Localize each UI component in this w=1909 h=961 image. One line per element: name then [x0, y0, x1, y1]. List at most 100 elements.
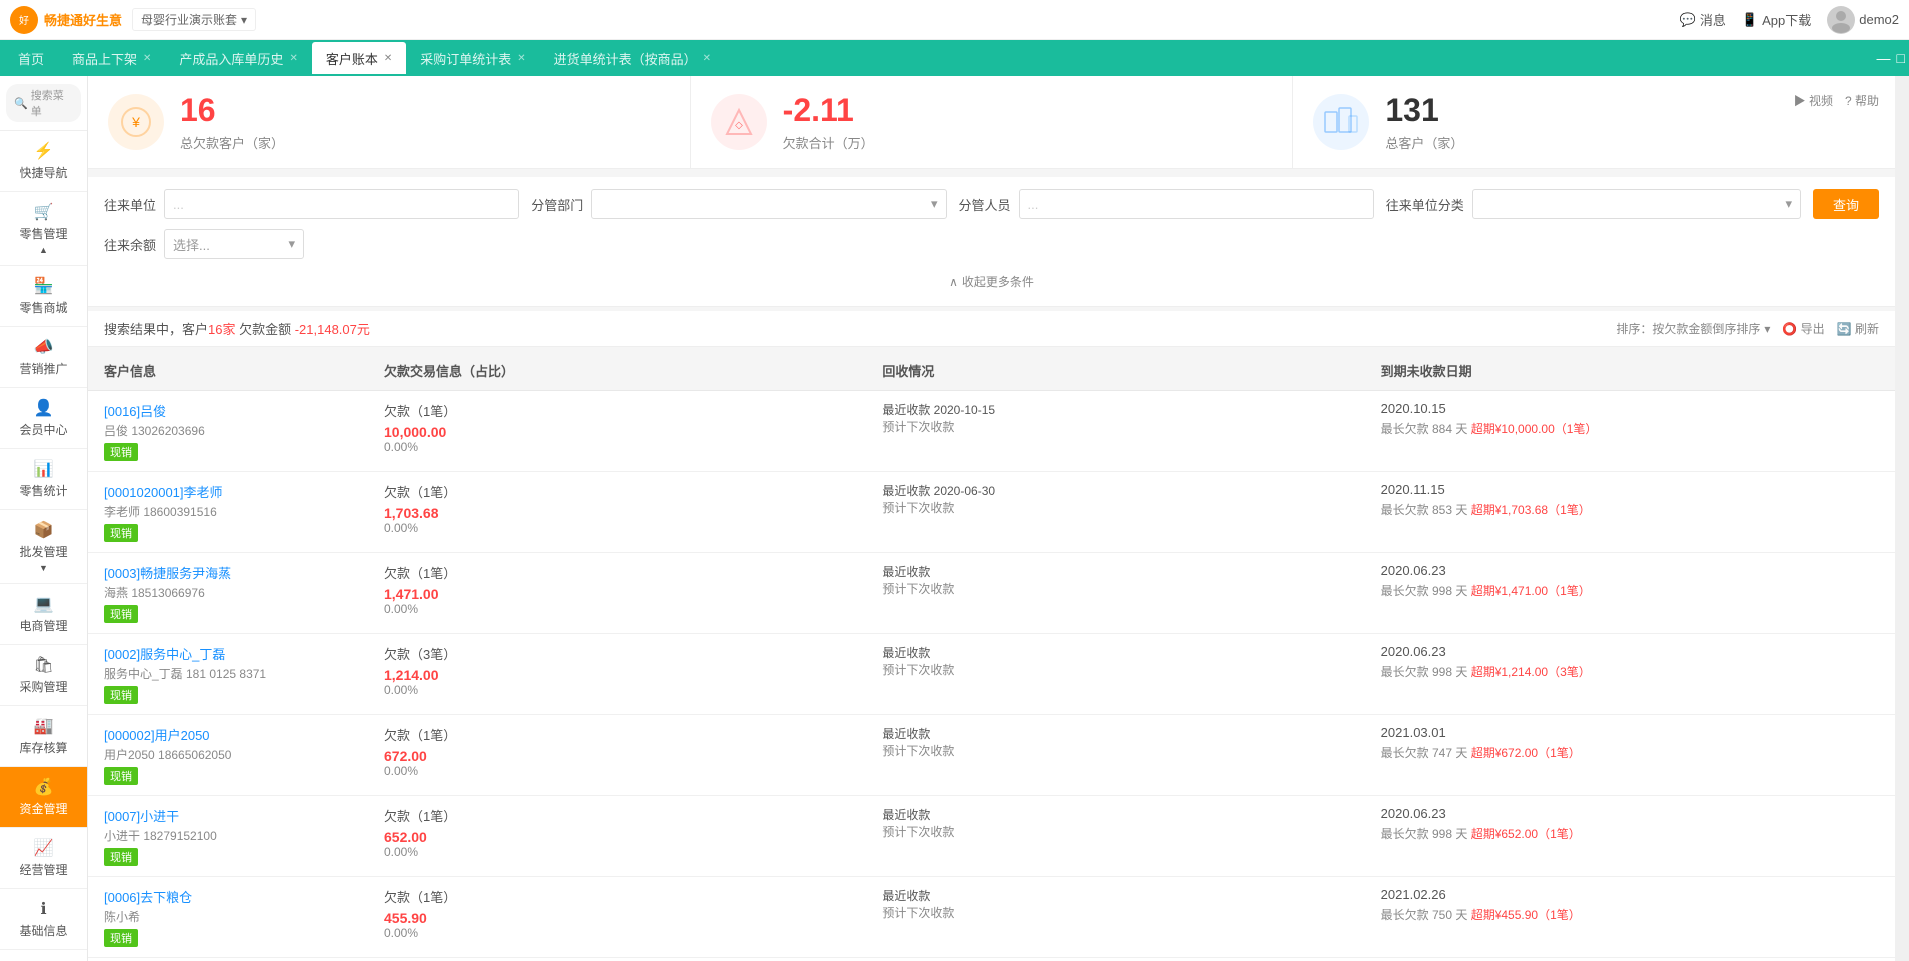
sidebar-item-quick-nav[interactable]: ⚡ 快捷导航 — [0, 131, 87, 192]
debt-info-6: 欠款（1笔） 455.90 0.00% — [384, 887, 882, 940]
app-download-btn[interactable]: 📱 App下载 — [1742, 10, 1811, 29]
inventory-icon: 🏭 — [34, 716, 54, 736]
sidebar-item-operations[interactable]: 📈 经营管理 — [0, 828, 87, 889]
sidebar-item-batch-mgmt[interactable]: 📦 批发管理 ▼ — [0, 510, 87, 584]
customer-tag-4: 现销 — [104, 767, 138, 785]
debt-info-2: 欠款（1笔） 1,471.00 0.00% — [384, 563, 882, 616]
collapse-filter-btn[interactable]: ∧ 收起更多条件 — [104, 269, 1879, 294]
sidebar-item-system[interactable]: ⚙ 系统管理 — [0, 950, 87, 961]
batch-mgmt-icon: 📦 — [34, 520, 54, 540]
debt-amount-5[interactable]: 652.00 — [384, 829, 882, 845]
debt-amount-1[interactable]: 1,703.68 — [384, 505, 882, 521]
category-select[interactable]: ▾ — [1472, 189, 1801, 219]
tab-products-onoff[interactable]: 商品上下架 ✕ — [58, 42, 165, 74]
tab-home[interactable]: 首页 — [4, 42, 58, 74]
sidebar-item-ecommerce[interactable]: 💻 电商管理 — [0, 584, 87, 645]
customer-name-4[interactable]: [000002]用户2050 — [104, 725, 384, 744]
sidebar-item-capital[interactable]: 💰 资金管理 — [0, 767, 87, 828]
results-actions: 排序：按欠款金额倒序排序 ▾ ⭕ 导出 🔄 刷新 — [1616, 320, 1879, 337]
customer-name-3[interactable]: [0002]服务中心_丁磊 — [104, 644, 384, 663]
due-date-info-6: 2021.02.26 最长欠款 750 天 超期¥455.90（1笔） — [1381, 887, 1879, 923]
balance-select[interactable]: 选择... ▾ — [164, 229, 304, 259]
customer-name-0[interactable]: [0016]吕俊 — [104, 401, 384, 420]
total-customers-label: 总客户（家） — [1385, 133, 1463, 152]
overdue-amount-5[interactable]: 超期¥652.00（1笔） — [1471, 827, 1581, 841]
content-area: ¥ 16 总欠款客户（家） ◇ -2.11 欠款合计（万） — [88, 76, 1895, 961]
export-btn[interactable]: ⭕ 导出 — [1782, 320, 1824, 337]
search-button[interactable]: 查询 — [1813, 189, 1879, 219]
customer-name-6[interactable]: [0006]去下粮仓 — [104, 887, 384, 906]
next-receipt-3: 预计下次收款 — [882, 661, 1380, 678]
filter-label-5: 往来余额 — [104, 235, 156, 254]
overdue-amount-3[interactable]: 超期¥1,214.00（3笔） — [1471, 665, 1591, 679]
filter-person: 分管人员 ... — [959, 189, 1374, 219]
table-row: [0003]畅捷服务尹海蒸 海燕 18513066976 现销 欠款（1笔） 1… — [88, 553, 1895, 634]
app-icon: 📱 — [1742, 12, 1758, 28]
refresh-btn[interactable]: 🔄 刷新 — [1837, 320, 1879, 337]
search-icon: 🔍 — [14, 97, 28, 110]
debt-amount-0[interactable]: 10,000.00 — [384, 424, 882, 440]
overdue-amount-1[interactable]: 超期¥1,703.68（1笔） — [1471, 503, 1591, 517]
dept-select[interactable]: ▾ — [591, 189, 946, 219]
message-btn[interactable]: 💬 消息 — [1680, 10, 1726, 29]
filter-incoming-unit: 往来单位 ... — [104, 189, 519, 219]
incoming-unit-input[interactable]: ... — [164, 189, 519, 219]
tab-products-history[interactable]: 产成品入库单历史 ✕ — [165, 42, 311, 74]
debt-amount-4[interactable]: 672.00 — [384, 748, 882, 764]
sidebar-item-marketing[interactable]: 📣 营销推广 — [0, 327, 87, 388]
recovery-info-4: 最近收款 预计下次收款 — [882, 725, 1380, 759]
customer-info-6: [0006]去下粮仓 陈小希 现销 — [104, 887, 384, 947]
help-btn[interactable]: ? 帮助 — [1845, 92, 1879, 109]
overdue-amount-4[interactable]: 超期¥672.00（1笔） — [1471, 746, 1581, 760]
sidebar-item-retail-mall[interactable]: 🏪 零售商城 — [0, 266, 87, 327]
tab-purchase-stats[interactable]: 采购订单统计表 ✕ — [406, 42, 539, 74]
sidebar-item-retail-stats[interactable]: 📊 零售统计 — [0, 449, 87, 510]
debt-amount-6[interactable]: 455.90 — [384, 910, 882, 926]
close-icon[interactable]: ✕ — [289, 53, 297, 64]
customer-info-5: [0007]小进干 小进干 18279152100 现销 — [104, 806, 384, 866]
next-receipt-6: 预计下次收款 — [882, 904, 1380, 921]
person-input[interactable]: ... — [1019, 189, 1374, 219]
stat-card-debt-customers: ¥ 16 总欠款客户（家） — [88, 76, 691, 168]
sort-dropdown[interactable]: 排序：按欠款金额倒序排序 ▾ — [1616, 320, 1770, 337]
close-icon[interactable]: ✕ — [703, 53, 711, 64]
minimize-icon[interactable]: — — [1877, 50, 1891, 66]
close-icon[interactable]: ✕ — [517, 53, 525, 64]
export-icon: ⭕ — [1782, 322, 1797, 336]
debt-percent-4: 0.00% — [384, 764, 882, 778]
tab-customer-ledger[interactable]: 客户账本 ✕ — [312, 42, 406, 74]
debt-count-1: 欠款（1笔） — [384, 482, 882, 501]
company-selector[interactable]: 母婴行业演示账套 ▾ — [132, 8, 256, 31]
debt-amount-3[interactable]: 1,214.00 — [384, 667, 882, 683]
debt-count-3: 欠款（3笔） — [384, 644, 882, 663]
sidebar-item-inventory[interactable]: 🏭 库存核算 — [0, 706, 87, 767]
close-icon[interactable]: ✕ — [384, 53, 392, 64]
right-scrollbar[interactable] — [1895, 76, 1909, 961]
customer-info-1: [0001020001]李老师 李老师 18600391516 现销 — [104, 482, 384, 542]
debt-amount-2[interactable]: 1,471.00 — [384, 586, 882, 602]
debt-customers-label: 总欠款客户（家） — [180, 133, 284, 152]
overdue-amount-2[interactable]: 超期¥1,471.00（1笔） — [1471, 584, 1591, 598]
tab-goods-stats[interactable]: 进货单统计表（按商品） ✕ — [540, 42, 725, 74]
search-menu-box[interactable]: 🔍 搜索菜单 — [6, 84, 81, 122]
maximize-icon[interactable]: □ — [1897, 50, 1905, 66]
sidebar-item-retail-mgmt[interactable]: 🛒 零售管理 ▲ — [0, 192, 87, 266]
top-bar-right: 💬 消息 📱 App下载 demo2 — [1680, 6, 1899, 34]
customer-name-5[interactable]: [0007]小进干 — [104, 806, 384, 825]
user-menu[interactable]: demo2 — [1827, 6, 1899, 34]
video-btn[interactable]: ▶ 视频 — [1794, 92, 1833, 109]
avatar — [1827, 6, 1855, 34]
customer-name-2[interactable]: [0003]畅捷服务尹海蒸 — [104, 563, 384, 582]
sidebar-item-member[interactable]: 👤 会员中心 — [0, 388, 87, 449]
overdue-amount-6[interactable]: 超期¥455.90（1笔） — [1471, 908, 1581, 922]
sidebar-item-purchase[interactable]: 🛍 采购管理 — [0, 645, 87, 706]
overdue-amount-0[interactable]: 超期¥10,000.00（1笔） — [1471, 422, 1598, 436]
stat-info-2: -2.11 欠款合计（万） — [783, 92, 874, 152]
close-icon[interactable]: ✕ — [143, 53, 151, 64]
sidebar-item-basic-info[interactable]: ℹ 基础信息 — [0, 889, 87, 950]
capital-icon: 💰 — [34, 777, 54, 797]
sidebar-search: 🔍 搜索菜单 — [0, 76, 87, 131]
customer-name-1[interactable]: [0001020001]李老师 — [104, 482, 384, 501]
recovery-info-1: 最近收款 2020-06-30 预计下次收款 — [882, 482, 1380, 516]
purchase-icon: 🛍 — [33, 655, 53, 675]
